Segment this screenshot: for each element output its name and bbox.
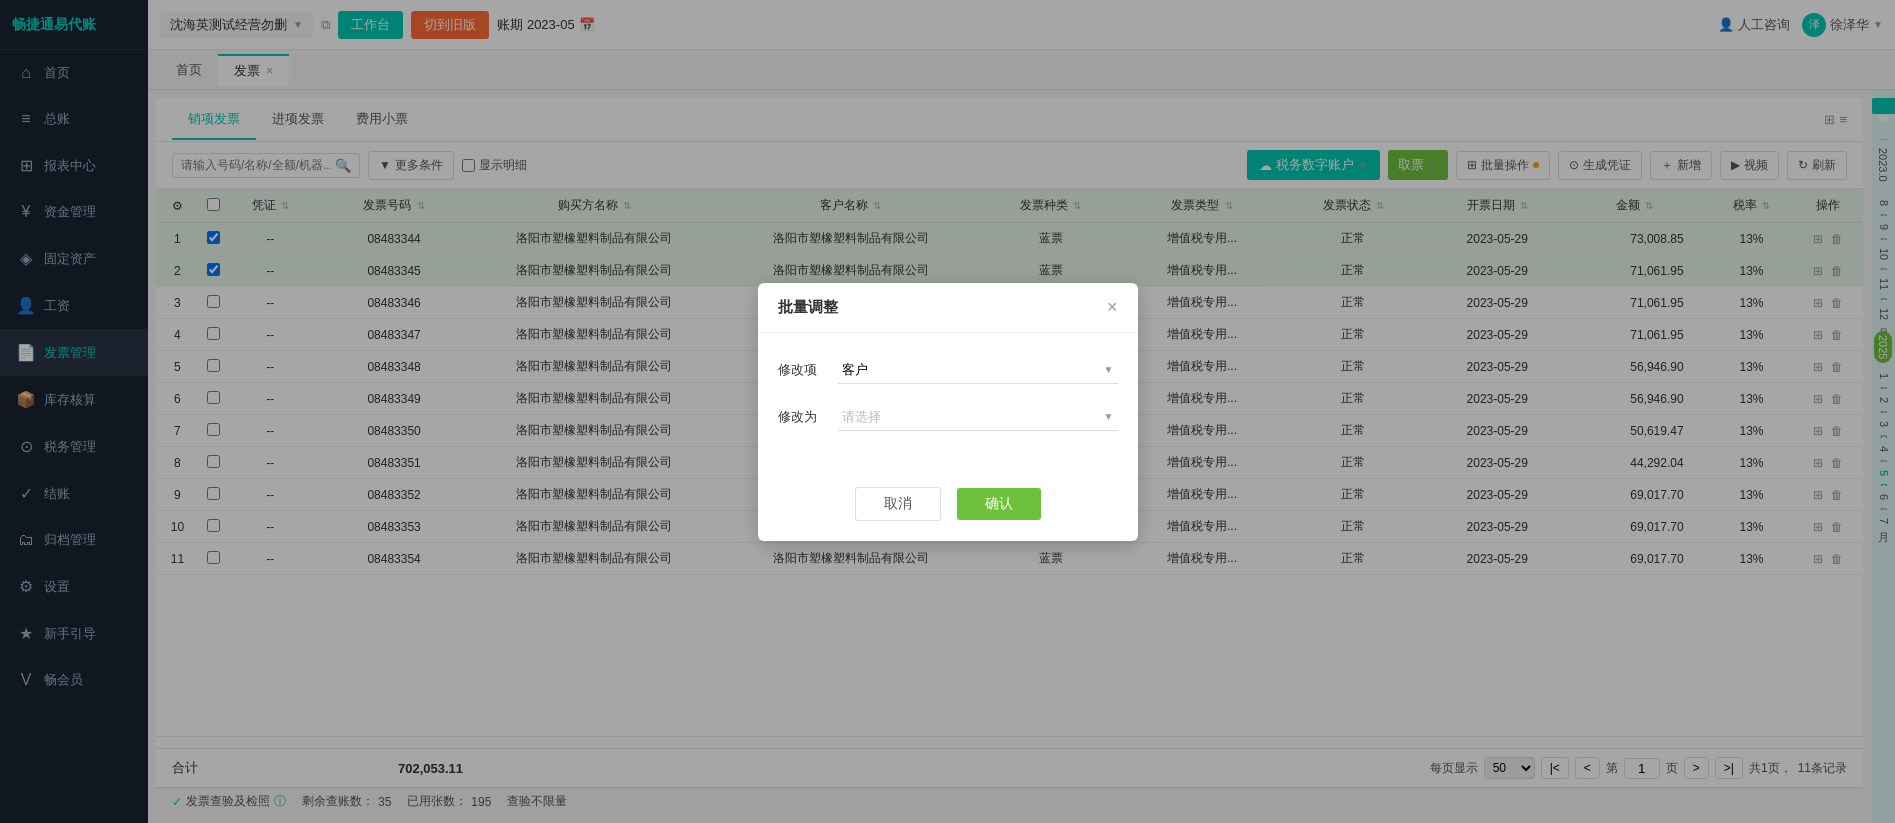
modal-body: 修改项 客户 ▼ 修改为 请选择 ▼ — [758, 333, 1138, 475]
form-field-row: 修改项 客户 ▼ — [778, 357, 1118, 384]
modal-cancel-btn[interactable]: 取消 — [855, 487, 941, 521]
field-value: 客户 — [842, 361, 868, 379]
modal-header: 批量调整 × — [758, 283, 1138, 333]
field-select[interactable]: 客户 ▼ — [838, 357, 1118, 384]
modal-footer: 取消 确认 — [758, 475, 1138, 541]
value-placeholder: 请选择 — [842, 408, 881, 426]
field-chevron-icon: ▼ — [1104, 364, 1114, 375]
value-label: 修改为 — [778, 408, 838, 426]
modal-overlay[interactable]: 批量调整 × 修改项 客户 ▼ 修改为 请选择 ▼ 取消 确认 — [0, 0, 1895, 823]
field-label: 修改项 — [778, 361, 838, 379]
modal-close-icon[interactable]: × — [1107, 297, 1118, 318]
modal-title: 批量调整 — [778, 298, 838, 317]
form-value-row: 修改为 请选择 ▼ — [778, 404, 1118, 431]
batch-adjust-modal: 批量调整 × 修改项 客户 ▼ 修改为 请选择 ▼ 取消 确认 — [758, 283, 1138, 541]
modal-confirm-btn[interactable]: 确认 — [957, 488, 1041, 520]
value-chevron-icon: ▼ — [1104, 411, 1114, 422]
value-select[interactable]: 请选择 ▼ — [838, 404, 1118, 431]
